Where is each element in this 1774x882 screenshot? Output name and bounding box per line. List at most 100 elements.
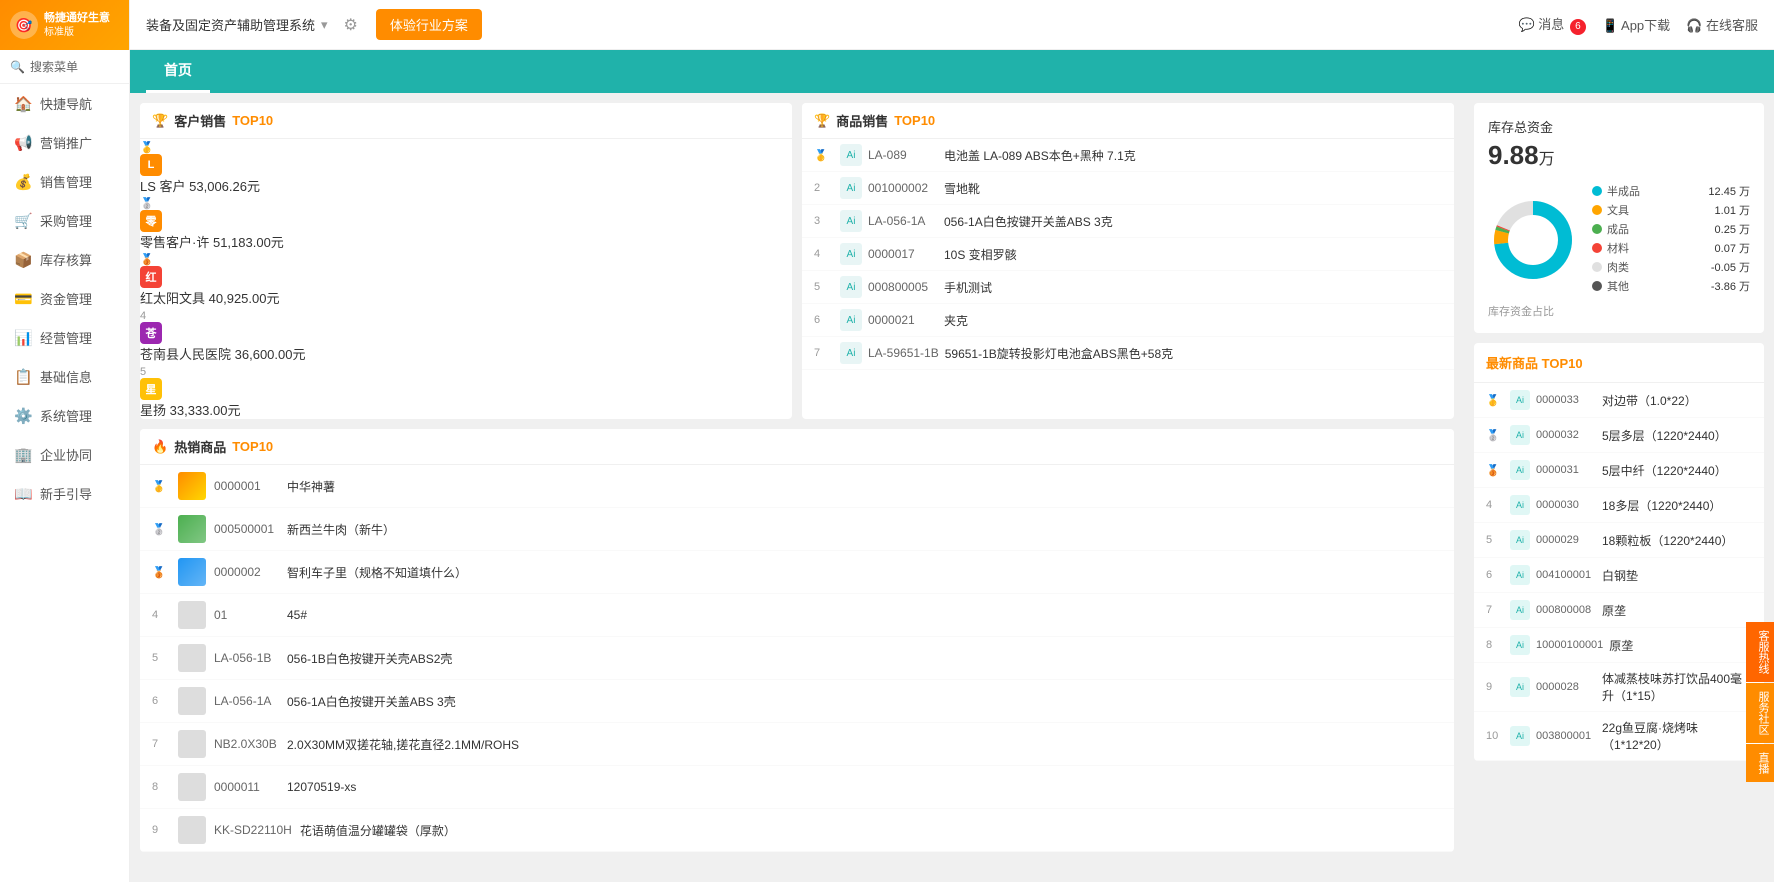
sidebar-item-9[interactable]: 🏢企业协同 [0, 435, 129, 474]
float-button-0[interactable]: 客服热线 [1746, 622, 1774, 682]
product-name: 对边带（1.0*22） [1602, 392, 1752, 409]
rank-medal: 🥇 [140, 142, 154, 154]
sidebar-item-2[interactable]: 💰销售管理 [0, 162, 129, 201]
float-button-1[interactable]: 服务社区 [1746, 683, 1774, 743]
product-code: 000800005 [868, 280, 938, 294]
customer-amount: 51,183.00元 [213, 235, 284, 250]
rank-num: 4 [814, 248, 834, 260]
table-row: 3 Ai LA-056-1A 056-1A白色按键开关盖ABS 3克 [802, 205, 1454, 238]
dropdown-icon[interactable]: ▾ [321, 17, 328, 33]
table-row: 🥉 红 红太阳文具 40,925.00元 [140, 251, 792, 307]
sidebar-item-8[interactable]: ⚙️系统管理 [0, 396, 129, 435]
product-thumbnail [178, 816, 206, 844]
rank-medal: 🥇 [152, 480, 170, 493]
product-name: 5层中纤（1220*2440） [1602, 462, 1752, 479]
product-name: 12070519-xs [287, 780, 1442, 794]
product-name: 智利车子里（规格不知道填什么） [287, 564, 1442, 581]
rank-num: 7 [152, 738, 170, 750]
product-thumbnail [178, 644, 206, 672]
table-row: 5 星 星扬 33,333.00元 [140, 363, 792, 419]
product-code: LA-056-1A [868, 214, 938, 228]
nav-icon-7: 📋 [14, 368, 32, 386]
nav-icon-8: ⚙️ [14, 407, 32, 425]
rank-medal: 🥈 [1486, 429, 1504, 442]
nav-icon-2: 💰 [14, 173, 32, 191]
rank-num: 6 [814, 314, 834, 326]
table-row: 6 Ai 0000021 夹克 [802, 304, 1454, 337]
product-icon: Ai [1510, 495, 1530, 515]
top-panels: 🏆 客户销售 TOP10 🥇 L LS 客户 53,006.26元🥈 零 零售客… [140, 103, 1454, 419]
rank-num: 5 [152, 652, 170, 664]
product-code: 001000002 [868, 181, 938, 195]
trial-button[interactable]: 体验行业方案 [376, 9, 482, 40]
app-download-link[interactable]: 📱 App下载 [1602, 15, 1670, 34]
hot-products-header: 🔥 热销商品 TOP10 [140, 429, 1454, 465]
product-name: 电池盖 LA-089 ABS本色+黑种 7.1克 [944, 147, 1442, 164]
customer-name: 苍南县人民医院 [140, 347, 231, 362]
product-code: NB2.0X30B [214, 737, 279, 751]
nav-icon-1: 📢 [14, 134, 32, 152]
rank-num: 4 [1486, 499, 1504, 511]
legend-value: 0.07 万 [1715, 240, 1750, 256]
table-row: 5 Ai 000800005 手机测试 [802, 271, 1454, 304]
product-icon: Ai [840, 309, 862, 331]
product-name: 夹克 [944, 312, 1442, 329]
list-item: 🥇 0000001 中华神薯 [140, 465, 1454, 508]
product-name: 056-1A白色按键开关盖ABS 3壳 [287, 693, 1442, 710]
sidebar: 🎯 畅捷通好生意 标准版 🔍 搜索菜单 🏠快捷导航📢营销推广💰销售管理🛒采购管理… [0, 0, 130, 882]
product-icon: Ai [840, 243, 862, 265]
message-area[interactable]: 💬 消息 6 [1518, 14, 1585, 35]
tab-home[interactable]: 首页 [146, 50, 210, 93]
table-row: 4 苍 苍南县人民医院 36,600.00元 [140, 307, 792, 363]
product-thumbnail [178, 601, 206, 629]
product-code: KK-SD22110H [214, 823, 292, 837]
rank-medal: 🥈 [140, 198, 154, 210]
newest-header: 最新商品 TOP10 [1474, 343, 1764, 383]
online-service-link[interactable]: 🎧 在线客服 [1686, 15, 1758, 34]
product-code: 0000017 [868, 247, 938, 261]
customer-amount: 33,333.00元 [170, 403, 241, 418]
sidebar-item-0[interactable]: 🏠快捷导航 [0, 84, 129, 123]
sidebar-item-10[interactable]: 📖新手引导 [0, 474, 129, 513]
customer-sales-header: 🏆 客户销售 TOP10 [140, 103, 792, 139]
search-menu[interactable]: 🔍 搜索菜单 [0, 50, 129, 84]
app-title: 畅捷通好生意 标准版 [44, 11, 110, 38]
sidebar-item-6[interactable]: 📊经营管理 [0, 318, 129, 357]
product-icon: Ai [840, 177, 862, 199]
customer-name: LS 客户 [140, 179, 186, 194]
legend-label-text: 其他 [1607, 278, 1629, 294]
product-name: 10S 变相罗骸 [944, 246, 1442, 263]
product-code: 0000021 [868, 313, 938, 327]
legend-dot [1592, 224, 1602, 234]
sidebar-item-1[interactable]: 📢营销推广 [0, 123, 129, 162]
sidebar-item-5[interactable]: 💳资金管理 [0, 279, 129, 318]
rank-medal: 🥉 [152, 566, 170, 579]
nav-icon-4: 📦 [14, 251, 32, 269]
product-code: 0000001 [214, 479, 279, 493]
rank-num: 5 [814, 281, 834, 293]
legend-dot [1592, 243, 1602, 253]
product-icon: Ai [840, 210, 862, 232]
float-button-2[interactable]: 直播 [1746, 744, 1774, 782]
list-item: 4 01 45# [140, 594, 1454, 637]
product-code: 0000032 [1536, 429, 1596, 441]
list-item: 8 Ai 10000100001 原垄 [1474, 628, 1764, 663]
nav-icon-9: 🏢 [14, 446, 32, 464]
sidebar-item-7[interactable]: 📋基础信息 [0, 357, 129, 396]
table-row: 🥇 L LS 客户 53,006.26元 [140, 139, 792, 195]
product-sales-list: 🥇 Ai LA-089 电池盖 LA-089 ABS本色+黑种 7.1克2 Ai… [802, 139, 1454, 370]
content-area: 🏆 客户销售 TOP10 🥇 L LS 客户 53,006.26元🥈 零 零售客… [130, 93, 1774, 882]
sidebar-item-4[interactable]: 📦库存核算 [0, 240, 129, 279]
rank-num: 8 [152, 781, 170, 793]
product-code: 0000033 [1536, 394, 1596, 406]
hot-products-panel: 🔥 热销商品 TOP10 🥇 0000001 中华神薯🥈 000500001 新… [140, 429, 1454, 852]
legend-label-text: 成品 [1607, 221, 1629, 237]
settings-icon[interactable]: ⚙ [344, 15, 358, 35]
newest-list: 🥇 Ai 0000033 对边带（1.0*22）🥈 Ai 0000032 5层多… [1474, 383, 1764, 761]
avatar: 零 [140, 210, 162, 232]
list-item: 5 LA-056-1B 056-1B白色按键开关壳ABS2壳 [140, 637, 1454, 680]
customer-sales-panel: 🏆 客户销售 TOP10 🥇 L LS 客户 53,006.26元🥈 零 零售客… [140, 103, 792, 419]
table-row: 2 Ai 001000002 雪地靴 [802, 172, 1454, 205]
product-icon: Ai [1510, 565, 1530, 585]
sidebar-item-3[interactable]: 🛒采购管理 [0, 201, 129, 240]
